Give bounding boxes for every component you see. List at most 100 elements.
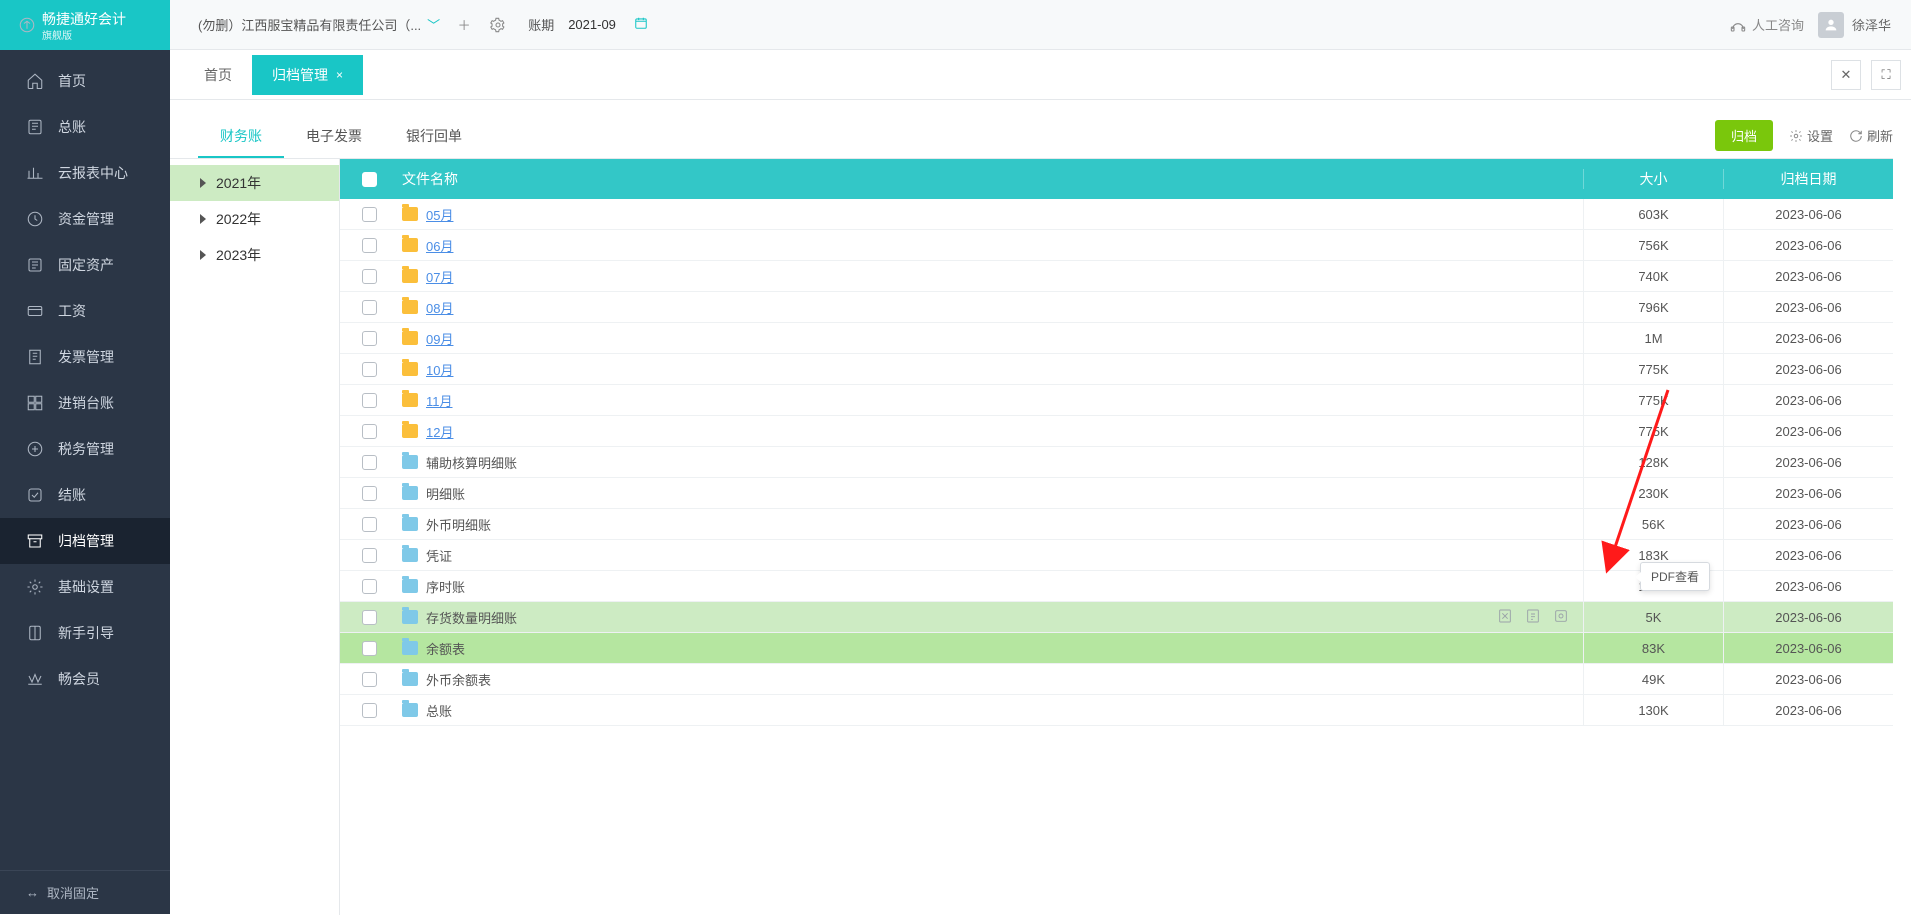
sidebar-item-6[interactable]: 发票管理 <box>0 334 170 380</box>
select-all-checkbox[interactable] <box>362 172 377 187</box>
sidebar-item-label: 归档管理 <box>58 531 114 551</box>
pdf-view-icon[interactable] <box>1553 608 1569 627</box>
table-row: 外币明细账56K2023-06-06 <box>340 509 1893 540</box>
table-row: 总账130K2023-06-06 <box>340 695 1893 726</box>
folder-icon <box>402 548 418 562</box>
table-row: 10月775K2023-06-06 <box>340 354 1893 385</box>
row-date: 2023-06-06 <box>1723 354 1893 384</box>
sidebar-item-1[interactable]: 总账 <box>0 104 170 150</box>
row-date: 2023-06-06 <box>1723 323 1893 353</box>
settings-action[interactable]: 设置 <box>1789 126 1833 145</box>
archive-button[interactable]: 归档 <box>1715 120 1773 151</box>
sidebar-item-3[interactable]: 资金管理 <box>0 196 170 242</box>
sidebar-item-label: 税务管理 <box>58 439 114 459</box>
sidebar-item-13[interactable]: 畅会员 <box>0 656 170 702</box>
row-checkbox[interactable] <box>362 579 377 594</box>
file-link[interactable]: 09月 <box>426 329 453 348</box>
row-checkbox[interactable] <box>362 331 377 346</box>
sidebar-pin-toggle[interactable]: ↔ 取消固定 <box>0 870 170 914</box>
table-row: 存货数量明细账5K2023-06-06 <box>340 602 1893 633</box>
file-link[interactable]: 11月 <box>426 391 453 410</box>
tax-icon <box>26 440 44 458</box>
year-label: 2022年 <box>216 209 261 229</box>
year-tree: 2021年 2022年 2023年 <box>170 159 340 915</box>
salary-icon <box>26 302 44 320</box>
file-name: 余额表 <box>426 639 465 658</box>
inner-tab-2[interactable]: 银行回单 <box>384 116 484 158</box>
sidebar-item-label: 首页 <box>58 71 86 91</box>
user-menu[interactable]: 徐泽华 <box>1818 12 1891 38</box>
period-value[interactable]: 2021-09 <box>568 17 616 32</box>
row-checkbox[interactable] <box>362 207 377 222</box>
sidebar-item-8[interactable]: 税务管理 <box>0 426 170 472</box>
fullscreen-button[interactable]: ⛶ <box>1871 60 1901 90</box>
sidebar-item-7[interactable]: 进销台账 <box>0 380 170 426</box>
row-checkbox[interactable] <box>362 362 377 377</box>
row-date: 2023-06-06 <box>1723 633 1893 663</box>
sidebar-item-10[interactable]: 归档管理 <box>0 518 170 564</box>
page-tab-0[interactable]: 首页 <box>184 55 252 95</box>
row-checkbox[interactable] <box>362 455 377 470</box>
row-checkbox[interactable] <box>362 672 377 687</box>
sidebar-item-9[interactable]: 结账 <box>0 472 170 518</box>
pdf-download-icon[interactable] <box>1525 608 1541 627</box>
row-size: 49K <box>1583 664 1723 694</box>
file-link[interactable]: 12月 <box>426 422 453 441</box>
file-link[interactable]: 07月 <box>426 267 453 286</box>
inner-tab-0[interactable]: 财务账 <box>198 116 284 158</box>
sidebar-item-4[interactable]: 固定资产 <box>0 242 170 288</box>
invoice-icon <box>26 348 44 366</box>
row-checkbox[interactable] <box>362 393 377 408</box>
row-date: 2023-06-06 <box>1723 385 1893 415</box>
row-checkbox[interactable] <box>362 486 377 501</box>
excel-download-icon[interactable] <box>1497 608 1513 627</box>
inner-tab-1[interactable]: 电子发票 <box>284 116 384 158</box>
row-checkbox[interactable] <box>362 238 377 253</box>
sidebar-item-5[interactable]: 工资 <box>0 288 170 334</box>
folder-icon <box>402 672 418 686</box>
add-icon[interactable]: ＋ <box>454 15 474 35</box>
file-link[interactable]: 06月 <box>426 236 453 255</box>
row-checkbox[interactable] <box>362 641 377 656</box>
calendar-icon[interactable] <box>634 16 648 33</box>
settings-icon[interactable] <box>488 15 508 35</box>
page-tab-1[interactable]: 归档管理× <box>252 55 363 95</box>
year-item-0[interactable]: 2021年 <box>170 165 339 201</box>
sidebar-item-2[interactable]: 云报表中心 <box>0 150 170 196</box>
sidebar-item-0[interactable]: 首页 <box>0 58 170 104</box>
folder-icon <box>402 579 418 593</box>
row-date: 2023-06-06 <box>1723 602 1893 632</box>
file-link[interactable]: 10月 <box>426 360 453 379</box>
help-link[interactable]: 人工咨询 <box>1730 15 1804 34</box>
row-date: 2023-06-06 <box>1723 292 1893 322</box>
table-row: 07月740K2023-06-06 <box>340 261 1893 292</box>
folder-icon <box>402 331 418 345</box>
row-checkbox[interactable] <box>362 300 377 315</box>
company-selector[interactable]: (勿删）江西服宝精品有限责任公司（... ﹀ <box>198 15 440 34</box>
table-row: 辅助核算明细账128K2023-06-06 <box>340 447 1893 478</box>
folder-icon <box>402 641 418 655</box>
row-checkbox[interactable] <box>362 269 377 284</box>
sidebar-item-label: 固定资产 <box>58 255 114 275</box>
archive-icon <box>26 532 44 550</box>
file-link[interactable]: 08月 <box>426 298 453 317</box>
sidebar-item-11[interactable]: 基础设置 <box>0 564 170 610</box>
folder-icon <box>402 362 418 376</box>
refresh-action[interactable]: 刷新 <box>1849 126 1893 145</box>
sidebar-item-12[interactable]: 新手引导 <box>0 610 170 656</box>
sidebar-item-label: 资金管理 <box>58 209 114 229</box>
row-checkbox[interactable] <box>362 703 377 718</box>
row-checkbox[interactable] <box>362 548 377 563</box>
row-checkbox[interactable] <box>362 517 377 532</box>
row-size: 796K <box>1583 292 1723 322</box>
year-item-2[interactable]: 2023年 <box>170 237 339 273</box>
row-checkbox[interactable] <box>362 424 377 439</box>
close-tab-button[interactable]: ✕ <box>1831 60 1861 90</box>
row-checkbox[interactable] <box>362 610 377 625</box>
brand-icon <box>18 16 36 34</box>
file-link[interactable]: 05月 <box>426 205 453 224</box>
close-icon[interactable]: × <box>336 68 343 82</box>
col-header-date: 归档日期 <box>1723 169 1893 189</box>
year-item-1[interactable]: 2022年 <box>170 201 339 237</box>
row-size: 83K <box>1583 633 1723 663</box>
